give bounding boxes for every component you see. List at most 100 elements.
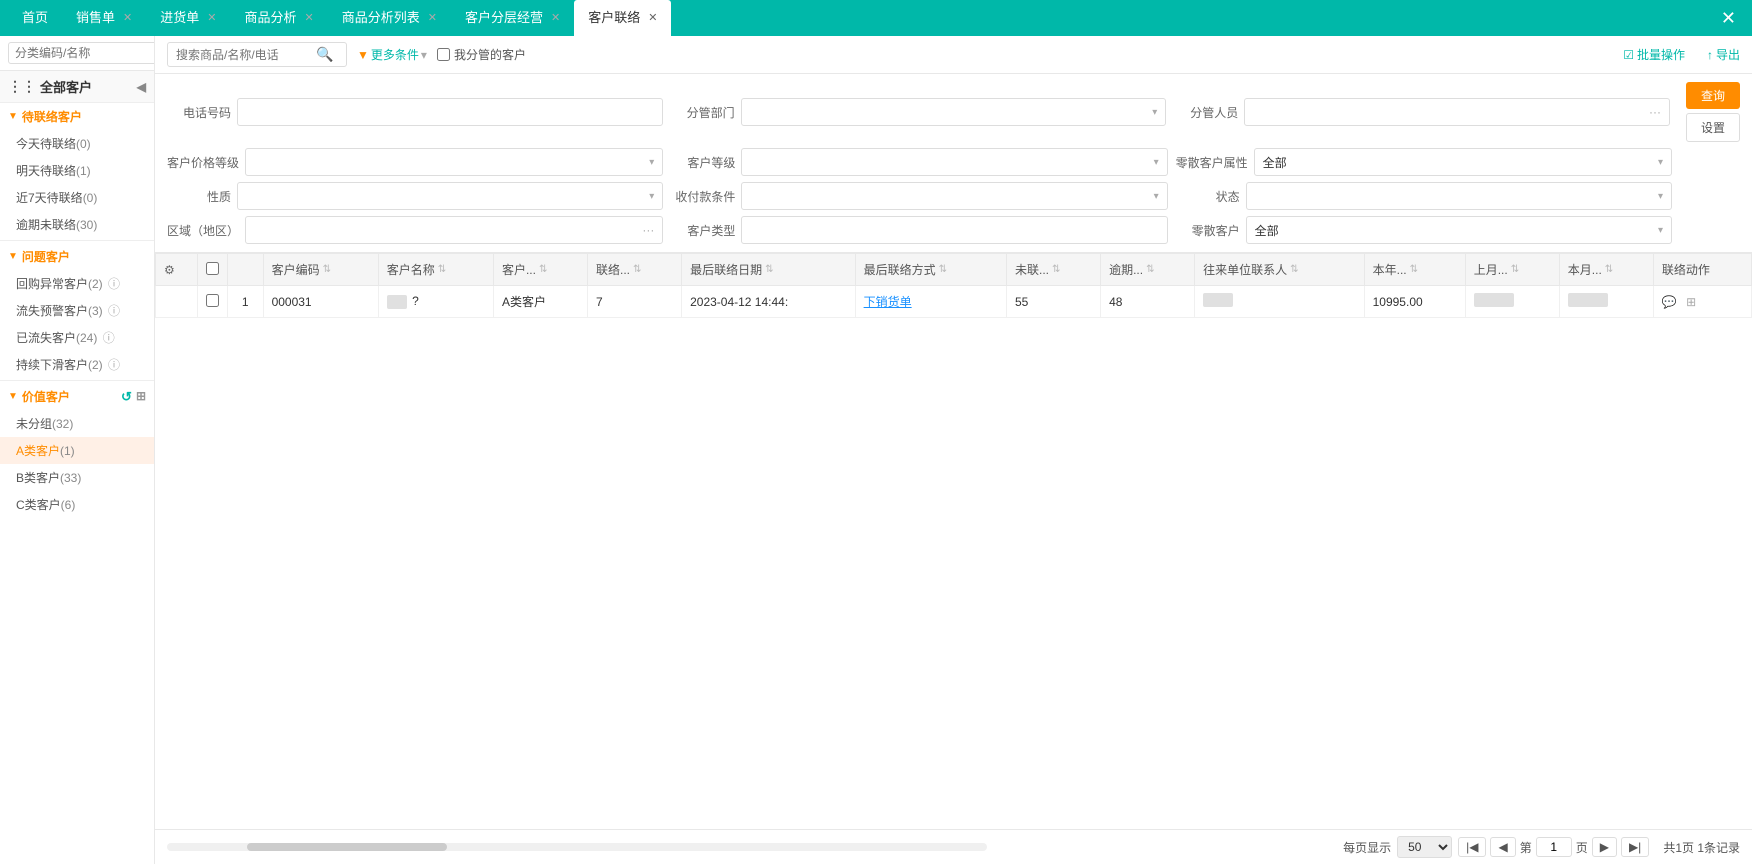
scatter-attr-select[interactable]: 全部▾ bbox=[1254, 148, 1672, 176]
td-last-month bbox=[1465, 286, 1559, 318]
sidebar-item-churned[interactable]: 已流失客户(24) ⓘ bbox=[0, 324, 154, 351]
sidebar-item-today[interactable]: 今天待联络(0) bbox=[0, 130, 154, 157]
close-customer-contact-tab[interactable]: ✕ bbox=[648, 0, 657, 36]
page-nav: |◀ ◀ 第 页 ▶ ▶| bbox=[1458, 837, 1649, 857]
col-overdue[interactable]: 逾期...⇅ bbox=[1101, 254, 1195, 286]
col-last-contact-method[interactable]: 最后联络方式⇅ bbox=[855, 254, 1006, 286]
main-search-input[interactable] bbox=[176, 48, 316, 62]
my-customers-checkbox[interactable]: 我分管的客户 bbox=[437, 46, 526, 63]
td-last-method[interactable]: 下销货单 bbox=[855, 286, 1006, 318]
scatter-customer-select[interactable]: 全部▾ bbox=[1246, 216, 1672, 244]
col-settings[interactable]: ⚙ bbox=[156, 254, 198, 286]
close-sales-tab[interactable]: ✕ bbox=[123, 0, 132, 36]
all-customers-header: ⋮⋮ 全部客户 ◀ bbox=[0, 71, 154, 103]
sidebar-item-overdue[interactable]: 逾期未联络(30) bbox=[0, 211, 154, 238]
select-all-checkbox[interactable] bbox=[206, 262, 219, 275]
nav-tab-purchase[interactable]: 进货单 ✕ bbox=[146, 0, 230, 36]
nav-tab-sales[interactable]: 销售单 ✕ bbox=[62, 0, 146, 36]
export-btn[interactable]: ↑ 导出 bbox=[1707, 46, 1740, 63]
close-purchase-tab[interactable]: ✕ bbox=[207, 0, 216, 36]
problem-group-expand-icon: ▼ bbox=[8, 251, 18, 262]
phone-label: 电话号码 bbox=[167, 104, 237, 121]
sort-uc-icon: ⇅ bbox=[1290, 264, 1298, 275]
col-last-contact-date[interactable]: 最后联络日期⇅ bbox=[682, 254, 856, 286]
td-not-contact: 55 bbox=[1006, 286, 1100, 318]
region-input[interactable]: ··· bbox=[245, 216, 663, 244]
col-last-month[interactable]: 上月...⇅ bbox=[1465, 254, 1559, 286]
sidebar-item-repurchase-abnormal[interactable]: 回购异常客户(2) ⓘ bbox=[0, 270, 154, 297]
payment-select[interactable]: ▾ bbox=[741, 182, 1167, 210]
col-checkbox-all[interactable] bbox=[197, 254, 227, 286]
td-unit-contact bbox=[1195, 286, 1364, 318]
horizontal-scrollbar[interactable] bbox=[167, 843, 987, 851]
last-method-link[interactable]: 下销货单 bbox=[864, 295, 912, 309]
row-checkbox[interactable] bbox=[206, 294, 219, 307]
nature-select[interactable]: ▾ bbox=[237, 182, 663, 210]
sidebar-collapse-icon[interactable]: ◀ bbox=[137, 80, 146, 94]
unit-contact-placeholder bbox=[1203, 293, 1233, 307]
price-level-select[interactable]: ▾ bbox=[245, 148, 663, 176]
sidebar-search-input[interactable] bbox=[8, 42, 155, 64]
sidebar-item-class-a[interactable]: A类客户(1) bbox=[0, 437, 154, 464]
sidebar-item-class-b[interactable]: B类客户(33) bbox=[0, 464, 154, 491]
customer-level-select[interactable]: ▾ bbox=[741, 148, 1167, 176]
phone-input[interactable] bbox=[237, 98, 663, 126]
first-page-btn[interactable]: |◀ bbox=[1458, 837, 1486, 857]
value-group-refresh-icon[interactable]: ↺ bbox=[121, 389, 132, 405]
scatter-attr-label: 零散客户属性 bbox=[1176, 154, 1254, 171]
nav-tab-customer-mgmt[interactable]: 客户分层经营 ✕ bbox=[451, 0, 574, 36]
problem-customers-group[interactable]: ▼ 问题客户 bbox=[0, 243, 154, 270]
close-analysis-tab[interactable]: ✕ bbox=[305, 0, 314, 36]
dept-label: 分管部门 bbox=[671, 104, 741, 121]
close-customer-mgmt-tab[interactable]: ✕ bbox=[551, 0, 560, 36]
more-conditions-btn[interactable]: ▼ 更多条件 ▾ bbox=[357, 46, 427, 63]
sidebar-item-churn-warning[interactable]: 流失预警客户(3) ⓘ bbox=[0, 297, 154, 324]
col-not-contact[interactable]: 未联...⇅ bbox=[1006, 254, 1100, 286]
page-number-input[interactable] bbox=[1536, 837, 1572, 857]
filter-customer-type: 客户类型 bbox=[671, 216, 1167, 244]
filter-status: 状态 ▾ bbox=[1176, 182, 1672, 210]
nav-home[interactable]: 首页 bbox=[8, 0, 62, 36]
col-code[interactable]: 客户编码⇅ bbox=[263, 254, 378, 286]
last-page-btn[interactable]: ▶| bbox=[1621, 837, 1649, 857]
td-checkbox[interactable] bbox=[197, 286, 227, 318]
page-size-select[interactable]: 50 100 200 bbox=[1397, 836, 1452, 858]
main-search-icon[interactable]: 🔍 bbox=[316, 46, 333, 63]
nav-tab-analysis-list[interactable]: 商品分析列表 ✕ bbox=[328, 0, 451, 36]
col-name[interactable]: 客户名称⇅ bbox=[378, 254, 493, 286]
action-grid-icon[interactable]: ⊞ bbox=[1686, 295, 1696, 309]
value-customers-group[interactable]: ▼ 价值客户 ↺ ⊞ bbox=[0, 383, 154, 410]
person-input[interactable]: ··· bbox=[1244, 98, 1670, 126]
value-group-link-icon[interactable]: ⊞ bbox=[136, 389, 146, 405]
sidebar-item-class-c[interactable]: C类客户(6) bbox=[0, 491, 154, 518]
next-page-btn[interactable]: ▶ bbox=[1592, 837, 1617, 857]
settings-button[interactable]: 设置 bbox=[1686, 113, 1740, 142]
customer-type-input[interactable] bbox=[741, 216, 1167, 244]
sidebar-item-7days[interactable]: 近7天待联络(0) bbox=[0, 184, 154, 211]
sidebar-item-ungrouped[interactable]: 未分组(32) bbox=[0, 410, 154, 437]
prev-page-btn[interactable]: ◀ bbox=[1490, 837, 1515, 857]
filter-dept: 分管部门 ▾ bbox=[671, 98, 1167, 126]
col-category[interactable]: 客户...⇅ bbox=[493, 254, 587, 286]
col-unit-contact[interactable]: 往来单位联系人⇅ bbox=[1195, 254, 1364, 286]
sidebar-item-tomorrow[interactable]: 明天待联络(1) bbox=[0, 157, 154, 184]
sort-method-icon: ⇅ bbox=[939, 264, 947, 275]
close-analysis-list-tab[interactable]: ✕ bbox=[428, 0, 437, 36]
batch-ops-btn[interactable]: ☑ 批量操作 bbox=[1623, 46, 1685, 63]
col-this-year[interactable]: 本年...⇅ bbox=[1364, 254, 1465, 286]
dept-select[interactable]: ▾ bbox=[741, 98, 1167, 126]
sidebar-item-declining[interactable]: 持续下滑客户(2) ⓘ bbox=[0, 351, 154, 378]
col-this-month[interactable]: 本月...⇅ bbox=[1559, 254, 1653, 286]
my-customers-check[interactable] bbox=[437, 48, 450, 61]
scrollbar-thumb[interactable] bbox=[247, 843, 447, 851]
action-chat-icon[interactable]: 💬 bbox=[1662, 295, 1677, 309]
global-close-button[interactable]: ✕ bbox=[1713, 8, 1744, 29]
query-button[interactable]: 查询 bbox=[1686, 82, 1740, 109]
pending-contact-group[interactable]: ▼ 待联络客户 bbox=[0, 103, 154, 130]
filter-phone: 电话号码 bbox=[167, 98, 663, 126]
nav-tab-customer-contact[interactable]: 客户联络 ✕ bbox=[574, 0, 671, 36]
col-contact[interactable]: 联络...⇅ bbox=[588, 254, 682, 286]
status-select[interactable]: ▾ bbox=[1246, 182, 1672, 210]
status-label: 状态 bbox=[1176, 188, 1246, 205]
nav-tab-analysis[interactable]: 商品分析 ✕ bbox=[230, 0, 327, 36]
